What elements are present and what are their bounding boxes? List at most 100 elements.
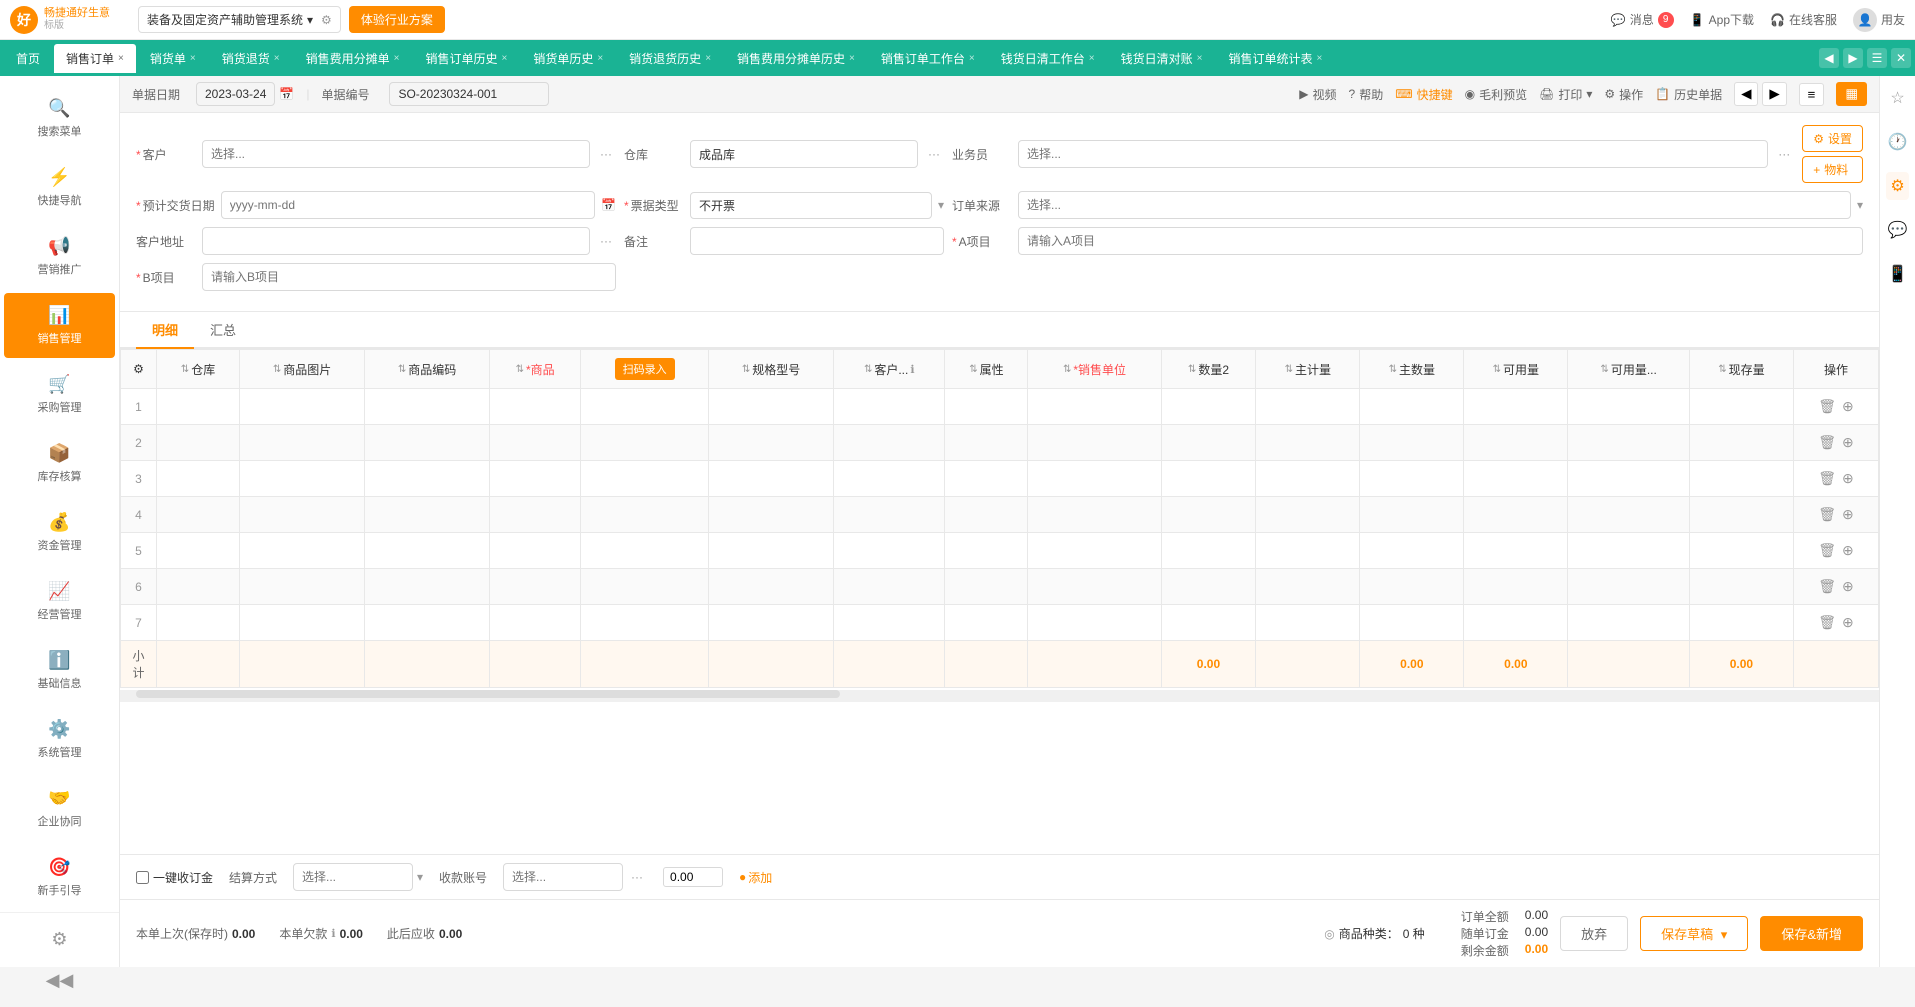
copy-icon[interactable]: ⊕ [1842, 578, 1854, 595]
table-cell-row5-col9[interactable] [1028, 533, 1161, 569]
th-product[interactable]: ⇅*商品 [490, 350, 581, 389]
tab-sales-return[interactable]: 销货退货 × [210, 44, 292, 73]
table-cell-row1-col6[interactable] [709, 389, 834, 425]
th-code[interactable]: ⇅商品编码 [365, 350, 490, 389]
table-cell-row2-col8[interactable] [945, 425, 1028, 461]
tab-sales-fee[interactable]: 销售费用分摊单 × [294, 44, 412, 73]
table-cell-row1-col12[interactable] [1360, 389, 1464, 425]
tab-close-sales-bill-history[interactable]: × [597, 53, 603, 64]
tab-close-cash-daily-workbench[interactable]: × [1089, 53, 1095, 64]
warehouse-input[interactable] [690, 140, 918, 168]
shortcut-btn[interactable]: ⌨ 快捷键 [1395, 86, 1452, 103]
user-item[interactable]: 👤 用友 [1853, 8, 1905, 32]
table-cell-row7-col1[interactable] [157, 605, 240, 641]
table-cell-row7-col14[interactable] [1568, 605, 1690, 641]
sidebar-collapse-btn[interactable]: ◀◀ [8, 962, 111, 999]
table-cell-row3-col3[interactable] [365, 461, 490, 497]
table-cell-row2-col4[interactable] [490, 425, 581, 461]
th-available2[interactable]: ⇅可用量... [1568, 350, 1690, 389]
table-cell-row2-col14[interactable] [1568, 425, 1690, 461]
table-cell-row5-col11[interactable] [1256, 533, 1360, 569]
table-cell-row2-col11[interactable] [1256, 425, 1360, 461]
payment-method-dropdown[interactable]: ▾ [417, 870, 423, 884]
operate-btn[interactable]: ⚙ 操作 [1604, 86, 1643, 103]
tab-detail[interactable]: 明细 [136, 312, 194, 349]
table-cell-row6-col9[interactable] [1028, 569, 1161, 605]
tab-home[interactable]: 首页 [4, 44, 52, 73]
table-cell-row1-col13[interactable] [1464, 389, 1568, 425]
table-cell-row6-col5[interactable] [581, 569, 709, 605]
tab-close-sales-return[interactable]: × [274, 53, 280, 64]
table-cell-row6-col8[interactable] [945, 569, 1028, 605]
table-cell-row1-col2[interactable] [240, 389, 365, 425]
table-cell-row4-col13[interactable] [1464, 497, 1568, 533]
table-cell-row1-col9[interactable] [1028, 389, 1161, 425]
table-cell-row2-col12[interactable] [1360, 425, 1464, 461]
table-cell-row4-col9[interactable] [1028, 497, 1161, 533]
th-stock[interactable]: ⇅现存量 [1689, 350, 1793, 389]
th-settings-icon[interactable]: ⚙ [133, 362, 144, 376]
table-cell-row5-col5[interactable] [581, 533, 709, 569]
table-cell-row5-col6[interactable] [709, 533, 834, 569]
industry-btn[interactable]: 体验行业方案 [349, 6, 445, 33]
right-panel-icon-5[interactable]: 📱 [1884, 260, 1912, 288]
copy-icon[interactable]: ⊕ [1842, 470, 1854, 487]
tab-fee-history[interactable]: 销售费用分摊单历史 × [725, 44, 867, 73]
table-cell-row3-col9[interactable] [1028, 461, 1161, 497]
th-warehouse[interactable]: ⇅仓库 [157, 350, 240, 389]
table-cell-row2-col13[interactable] [1464, 425, 1568, 461]
table-cell-row6-col14[interactable] [1568, 569, 1690, 605]
bank-account-more-btn[interactable]: ··· [627, 870, 647, 884]
table-cell-row2-col1[interactable] [157, 425, 240, 461]
table-cell-row2-col2[interactable] [240, 425, 365, 461]
system-selector[interactable]: 装备及固定资产辅助管理系统 ▾ ⚙ [138, 6, 341, 33]
list-view-btn[interactable]: ≡ [1799, 83, 1825, 106]
tab-sales-bill-history[interactable]: 销货单历史 × [521, 44, 615, 73]
table-cell-row4-col3[interactable] [365, 497, 490, 533]
table-cell-row3-col15[interactable] [1689, 461, 1793, 497]
table-cell-row3-col12[interactable] [1360, 461, 1464, 497]
table-cell-row7-col11[interactable] [1256, 605, 1360, 641]
table-cell-row6-col2[interactable] [240, 569, 365, 605]
table-cell-row5-col13[interactable] [1464, 533, 1568, 569]
table-cell-row6-col6[interactable] [709, 569, 834, 605]
table-cell-row1-col1[interactable] [157, 389, 240, 425]
th-customer-code[interactable]: ⇅客户... ℹ [834, 350, 945, 389]
tab-close-return-history[interactable]: × [705, 53, 711, 64]
delivery-calendar-icon[interactable]: 📅 [601, 198, 616, 212]
table-cell-row5-col8[interactable] [945, 533, 1028, 569]
form-view-btn[interactable]: ▦ [1836, 82, 1867, 106]
tab-cash-daily-workbench[interactable]: 钱货日清工作台 × [989, 44, 1107, 73]
th-attribute[interactable]: ⇅属性 [945, 350, 1028, 389]
online-service-item[interactable]: 🎧 在线客服 [1770, 11, 1837, 28]
bank-account-input[interactable] [503, 863, 623, 891]
table-cell-row6-col1[interactable] [157, 569, 240, 605]
prev-record-btn[interactable]: ◀ [1734, 82, 1758, 106]
order-source-input[interactable] [1018, 191, 1851, 219]
table-cell-row2-col9[interactable] [1028, 425, 1161, 461]
table-cell-row2-col6[interactable] [709, 425, 834, 461]
table-cell-row4-col10[interactable] [1161, 497, 1256, 533]
table-cell-row6-col3[interactable] [365, 569, 490, 605]
amount-input[interactable] [663, 867, 723, 887]
table-cell-row3-col4[interactable] [490, 461, 581, 497]
tab-sales-history[interactable]: 销售订单历史 × [413, 44, 519, 73]
table-cell-row2-col15[interactable] [1689, 425, 1793, 461]
right-panel-icon-4[interactable]: 💬 [1884, 216, 1912, 244]
table-cell-row6-col15[interactable] [1689, 569, 1793, 605]
delete-icon[interactable]: 🗑 [1818, 398, 1836, 415]
tab-return-history[interactable]: 销货退货历史 × [617, 44, 723, 73]
table-cell-row7-col15[interactable] [1689, 605, 1793, 641]
th-spec[interactable]: ⇅规格型号 [709, 350, 834, 389]
copy-icon[interactable]: ⊕ [1842, 506, 1854, 523]
horizontal-scrollbar[interactable] [120, 690, 1879, 702]
save-draft-dropdown-icon[interactable]: ▾ [1721, 927, 1728, 942]
table-cell-row5-col2[interactable] [240, 533, 365, 569]
table-cell-row6-col13[interactable] [1464, 569, 1568, 605]
tab-sales[interactable]: 销货单 × [138, 44, 208, 73]
delete-icon[interactable]: 🗑 [1818, 542, 1836, 559]
th-scan[interactable]: 扫码录入 [581, 350, 709, 389]
table-cell-row1-col14[interactable] [1568, 389, 1690, 425]
table-cell-row7-col6[interactable] [709, 605, 834, 641]
table-cell-row5-col14[interactable] [1568, 533, 1690, 569]
